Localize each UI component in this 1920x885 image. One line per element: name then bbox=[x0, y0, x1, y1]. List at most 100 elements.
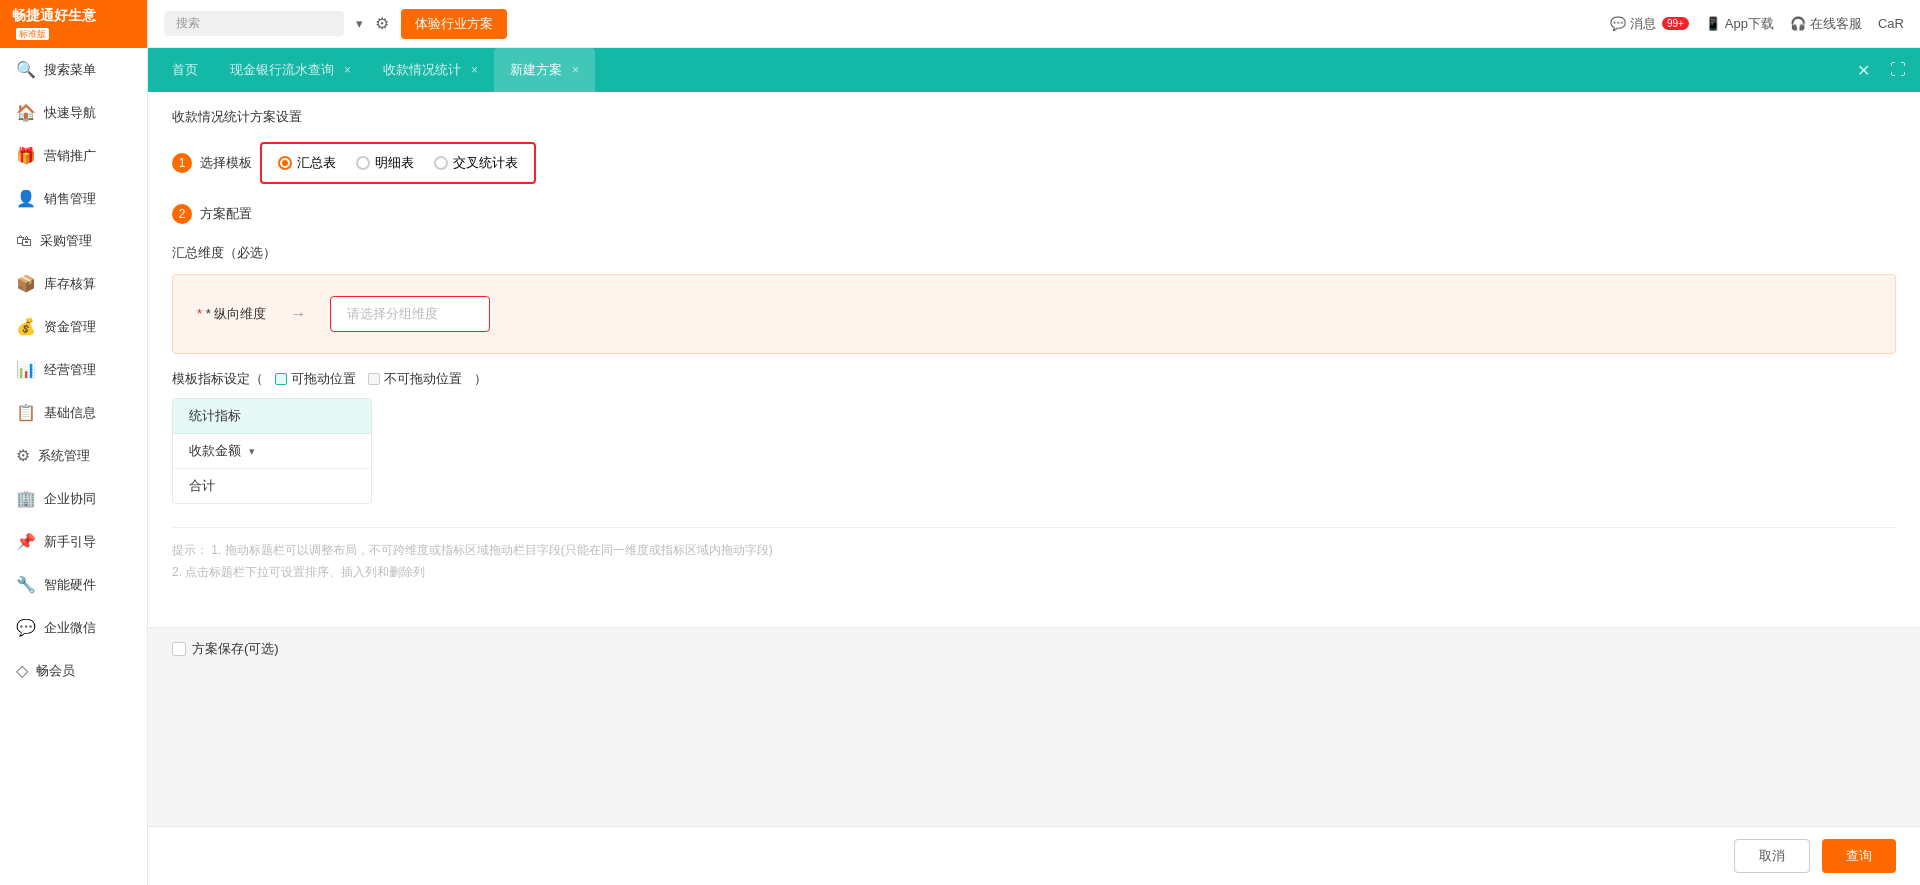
mobile-icon: 📱 bbox=[1705, 16, 1721, 31]
template-select: 汇总表 明细表 交叉统计表 bbox=[260, 142, 536, 184]
sidebar-item-marketing[interactable]: 🎁 营销推广 bbox=[0, 134, 147, 177]
tab-bank-flow[interactable]: 现金银行流水查询 × bbox=[214, 48, 367, 92]
indicator-dropdown-icon[interactable]: ▾ bbox=[249, 445, 255, 458]
sidebar-item-label: 企业微信 bbox=[44, 619, 96, 637]
sidebar-item-sales[interactable]: 👤 销售管理 bbox=[0, 177, 147, 220]
sidebar-item-label: 营销推广 bbox=[44, 147, 96, 165]
sidebar-item-quick-nav[interactable]: 🏠 快速导航 bbox=[0, 91, 147, 134]
radio-cross[interactable]: 交叉统计表 bbox=[434, 154, 518, 172]
radio-detail[interactable]: 明细表 bbox=[356, 154, 414, 172]
sidebar-item-purchase[interactable]: 🛍 采购管理 bbox=[0, 220, 147, 262]
bottom-bar: 取消 查询 bbox=[148, 826, 1920, 885]
sidebar-item-search-menu[interactable]: 🔍 搜索菜单 bbox=[0, 48, 147, 91]
tab-receivable-stats[interactable]: 收款情况统计 × bbox=[367, 48, 494, 92]
cancel-button[interactable]: 取消 bbox=[1734, 839, 1810, 873]
message-label: 消息 bbox=[1630, 15, 1656, 33]
tips-section: 提示： 1. 拖动标题栏可以调整布局，不可跨维度或指标区域拖动栏目字段(只能在同… bbox=[172, 527, 1896, 583]
sidebar-item-finance[interactable]: 💰 资金管理 bbox=[0, 305, 147, 348]
radio-summary[interactable]: 汇总表 bbox=[278, 154, 336, 172]
sidebar-item-wechat[interactable]: 💬 企业微信 bbox=[0, 606, 147, 649]
tab-new-plan-close[interactable]: × bbox=[572, 63, 579, 77]
tab-bank-flow-close[interactable]: × bbox=[344, 63, 351, 77]
tab-close-btn[interactable]: ✕ bbox=[1851, 57, 1876, 84]
sidebar-item-label: 经营管理 bbox=[44, 361, 96, 379]
sidebar-item-enterprise-collab[interactable]: 🏢 企业协同 bbox=[0, 477, 147, 520]
page-content: 收款情况统计方案设置 1 选择模板 汇总表 明细表 bbox=[148, 92, 1920, 627]
step1-section: 1 选择模板 汇总表 明细表 交叉统计表 bbox=[172, 142, 1896, 184]
tips-line2: 2. 点击标题栏下拉可设置排序、插入列和删除列 bbox=[172, 562, 1896, 584]
sidebar-item-label: 系统管理 bbox=[38, 447, 90, 465]
box-icon: 📦 bbox=[16, 274, 36, 293]
service-icon: 🎧 bbox=[1790, 16, 1806, 31]
user-info[interactable]: CaR bbox=[1878, 16, 1904, 31]
fixed-text: 不可拖动位置 bbox=[384, 370, 462, 388]
tab-bank-flow-label: 现金银行流水查询 bbox=[230, 61, 334, 79]
home-icon: 🏠 bbox=[16, 103, 36, 122]
query-button[interactable]: 查询 bbox=[1822, 839, 1896, 873]
member-icon: ◇ bbox=[16, 661, 28, 680]
tips-line1: 提示： 1. 拖动标题栏可以调整布局，不可跨维度或指标区域拖动栏目字段(只能在同… bbox=[172, 540, 1896, 562]
movable-text: 可拖动位置 bbox=[291, 370, 356, 388]
indicator-item-1-label: 合计 bbox=[189, 478, 215, 493]
step1-header: 1 选择模板 汇总表 明细表 交叉统计表 bbox=[172, 142, 1896, 184]
plan-config: 汇总维度（必选） * * 纵向维度 → 请选择分组维度 模板指标设定（ bbox=[172, 236, 1896, 591]
sidebar-item-system[interactable]: ⚙ 系统管理 bbox=[0, 434, 147, 477]
header-actions: 💬 消息 99+ 📱 App下载 🎧 在线客服 CaR bbox=[1610, 15, 1904, 33]
logo-badge: 标准版 bbox=[16, 28, 49, 40]
sidebar-item-basic-info[interactable]: 📋 基础信息 bbox=[0, 391, 147, 434]
sidebar-item-operation[interactable]: 📊 经营管理 bbox=[0, 348, 147, 391]
search-dropdown-icon[interactable]: ▾ bbox=[356, 16, 363, 31]
sidebar-item-smart-hardware[interactable]: 🔧 智能硬件 bbox=[0, 563, 147, 606]
dimension-input[interactable]: 请选择分组维度 bbox=[330, 296, 490, 332]
tab-bar-end: ✕ ⛶ bbox=[1851, 57, 1912, 84]
fixed-dot bbox=[368, 373, 380, 385]
radio-cross-label: 交叉统计表 bbox=[453, 154, 518, 172]
sidebar-item-label: 快速导航 bbox=[44, 104, 96, 122]
arrow-icon: → bbox=[290, 305, 306, 323]
sidebar-item-label: 智能硬件 bbox=[44, 576, 96, 594]
tab-home[interactable]: 首页 bbox=[156, 48, 214, 92]
gear-icon: ⚙ bbox=[16, 446, 30, 465]
hardware-icon: 🔧 bbox=[16, 575, 36, 594]
online-service-action[interactable]: 🎧 在线客服 bbox=[1790, 15, 1862, 33]
tab-receivable-stats-close[interactable]: × bbox=[471, 63, 478, 77]
app-download-label: App下载 bbox=[1725, 15, 1774, 33]
content-area: 收款情况统计方案设置 1 选择模板 汇总表 明细表 bbox=[148, 92, 1920, 826]
tab-expand-btn[interactable]: ⛶ bbox=[1884, 57, 1912, 84]
movable-dot bbox=[275, 373, 287, 385]
indicator-title-end: ） bbox=[474, 370, 487, 388]
gift-icon: 🎁 bbox=[16, 146, 36, 165]
sidebar-item-label: 搜索菜单 bbox=[44, 61, 96, 79]
vertical-label: * * 纵向维度 bbox=[197, 305, 266, 323]
save-checkbox[interactable] bbox=[172, 642, 186, 656]
step2-header: 2 方案配置 bbox=[172, 204, 1896, 224]
industry-btn[interactable]: 体验行业方案 bbox=[401, 9, 507, 39]
main-area: 搜索 ▾ ⚙ 体验行业方案 💬 消息 99+ 📱 App下载 🎧 在线客服 Ca… bbox=[148, 0, 1920, 885]
message-action[interactable]: 💬 消息 99+ bbox=[1610, 15, 1689, 33]
money-icon: 💰 bbox=[16, 317, 36, 336]
indicator-category-label: 统计指标 bbox=[189, 407, 241, 425]
indicator-table: 统计指标 收款金额 ▾ 合计 bbox=[172, 398, 372, 504]
sidebar-item-newbie-guide[interactable]: 📌 新手引导 bbox=[0, 520, 147, 563]
app-download-action[interactable]: 📱 App下载 bbox=[1705, 15, 1774, 33]
chart-icon: 📊 bbox=[16, 360, 36, 379]
search-placeholder: 搜索 bbox=[176, 16, 200, 30]
indicator-section: 模板指标设定（ 可拖动位置 不可拖动位置 ） bbox=[172, 370, 1896, 507]
sidebar-item-label: 采购管理 bbox=[40, 232, 92, 250]
sidebar-logo: 畅捷通好生意 标准版 bbox=[0, 0, 147, 48]
logo-text: 畅捷通好生意 bbox=[12, 7, 96, 25]
search-box: 搜索 bbox=[164, 11, 344, 36]
sidebar-item-member[interactable]: ◇ 畅会员 bbox=[0, 649, 147, 692]
save-option-row: 方案保存(可选) bbox=[172, 640, 1896, 658]
chat-icon: 💬 bbox=[16, 618, 36, 637]
sidebar-item-inventory[interactable]: 📦 库存核算 bbox=[0, 262, 147, 305]
fixed-label: 不可拖动位置 bbox=[368, 370, 462, 388]
sidebar: 畅捷通好生意 标准版 🔍 搜索菜单 🏠 快速导航 🎁 营销推广 👤 销售管理 🛍… bbox=[0, 0, 148, 885]
settings-icon[interactable]: ⚙ bbox=[375, 14, 389, 33]
page-title: 收款情况统计方案设置 bbox=[172, 108, 1896, 126]
tab-bar: 首页 现金银行流水查询 × 收款情况统计 × 新建方案 × ✕ ⛶ bbox=[148, 48, 1920, 92]
tab-new-plan[interactable]: 新建方案 × bbox=[494, 48, 595, 92]
radio-dot-detail bbox=[356, 156, 370, 170]
sidebar-item-label: 基础信息 bbox=[44, 404, 96, 422]
building-icon: 🏢 bbox=[16, 489, 36, 508]
